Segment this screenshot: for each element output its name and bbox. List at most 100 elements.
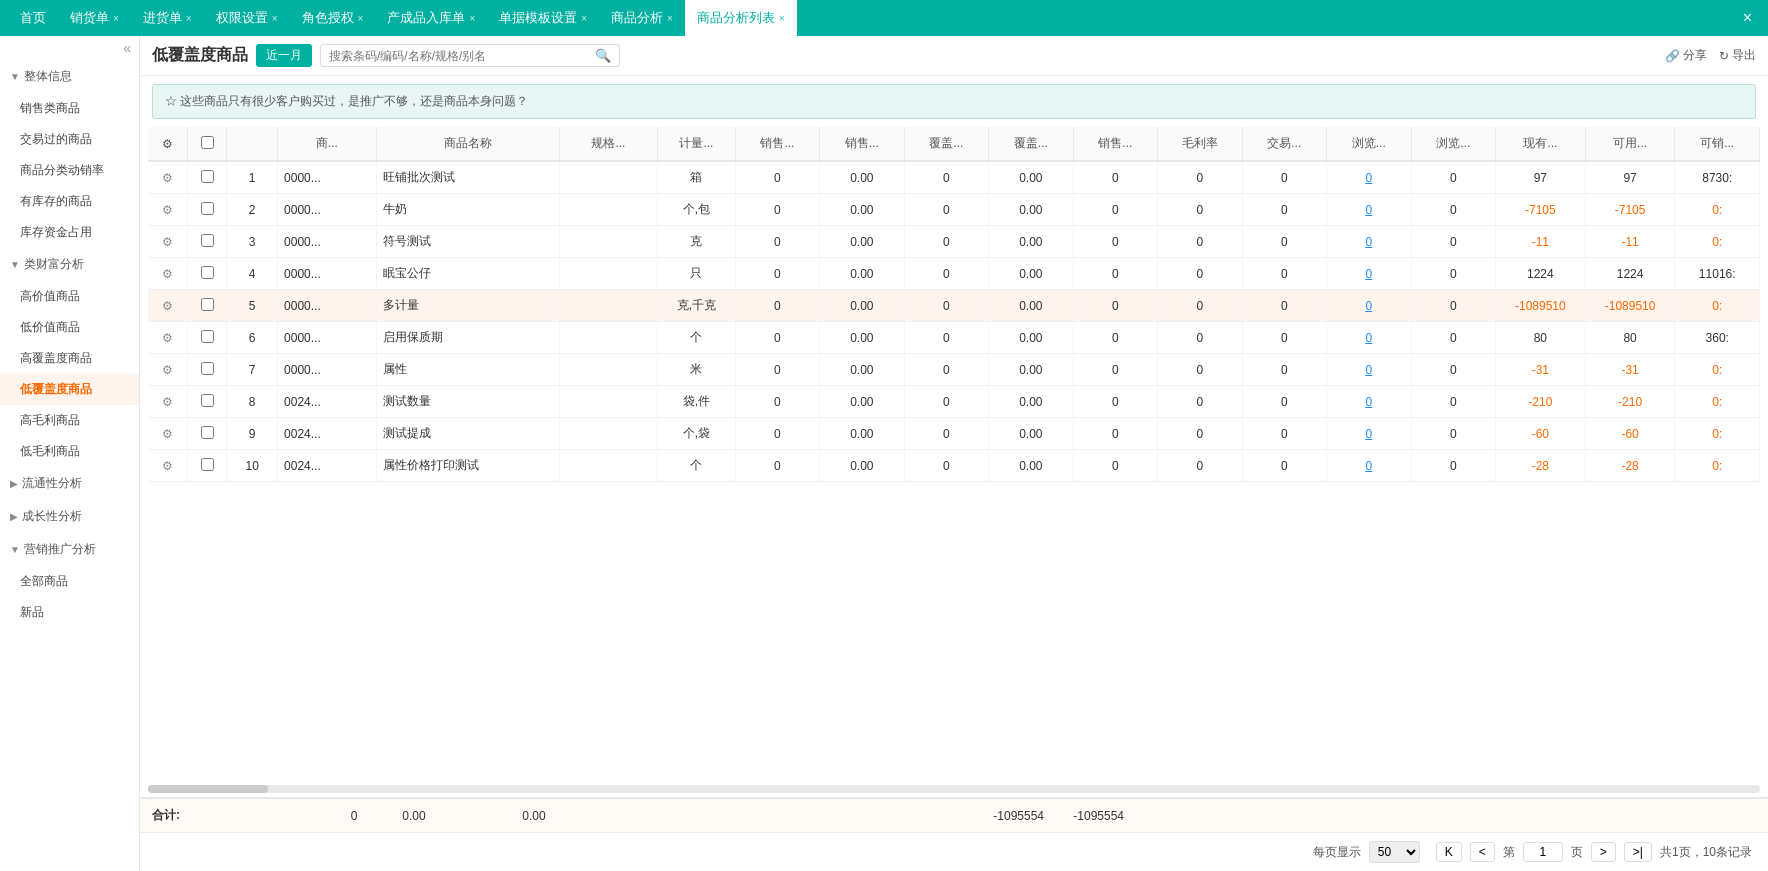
next-page-button[interactable]: > [1591, 842, 1616, 862]
row-checkbox-cell[interactable] [187, 450, 226, 482]
settings-cell[interactable]: ⚙ [148, 322, 187, 354]
row-browse1-cell[interactable]: 0 [1327, 290, 1411, 322]
prev-page-button[interactable]: < [1470, 842, 1495, 862]
row-checkbox-cell[interactable] [187, 418, 226, 450]
row-checkbox[interactable] [201, 202, 214, 215]
browse1-col-header[interactable]: 浏览... [1327, 127, 1411, 161]
sidebar-section-overall[interactable]: ▼ 整体信息 [0, 60, 139, 93]
nav-product-analysis-list[interactable]: 商品分析列表 × [685, 0, 797, 36]
nav-close-icon[interactable]: × [667, 13, 673, 24]
row-checkbox[interactable] [201, 426, 214, 439]
settings-cell[interactable]: ⚙ [148, 418, 187, 450]
sidebar-item-category-rate[interactable]: 商品分类动销率 [0, 155, 139, 186]
row-browse1-cell[interactable]: 0 [1327, 194, 1411, 226]
row-browse1-cell[interactable]: 0 [1327, 354, 1411, 386]
scrollbar-thumb[interactable] [148, 785, 268, 793]
settings-col-header[interactable]: ⚙ [148, 127, 187, 161]
nav-home[interactable]: 首页 [8, 0, 58, 36]
nav-close-icon[interactable]: × [186, 13, 192, 24]
share-button[interactable]: 🔗 分享 [1665, 47, 1707, 64]
row-browse1-cell[interactable]: 0 [1327, 386, 1411, 418]
nav-role-auth[interactable]: 角色授权 × [290, 0, 376, 36]
row-checkbox[interactable] [201, 234, 214, 247]
row-browse1-cell[interactable]: 0 [1327, 161, 1411, 194]
sidebar-item-low-coverage[interactable]: 低覆盖度商品 [0, 374, 139, 405]
row-checkbox[interactable] [201, 266, 214, 279]
date-filter-button[interactable]: 近一月 [256, 44, 312, 67]
sales-qty-col-header[interactable]: 销售... [735, 127, 819, 161]
sidebar-item-new-goods[interactable]: 新品 [0, 597, 139, 628]
current-col-header[interactable]: 现有... [1496, 127, 1586, 161]
sidebar-item-in-stock[interactable]: 有库存的商品 [0, 186, 139, 217]
row-browse1-cell[interactable]: 0 [1327, 418, 1411, 450]
horizontal-scrollbar[interactable] [148, 785, 1760, 793]
row-checkbox[interactable] [201, 330, 214, 343]
unit-col-header[interactable]: 计量... [658, 127, 735, 161]
row-checkbox-cell[interactable] [187, 258, 226, 290]
row-checkbox[interactable] [201, 298, 214, 311]
row-checkbox[interactable] [201, 394, 214, 407]
browse2-col-header[interactable]: 浏览... [1411, 127, 1495, 161]
row-checkbox-cell[interactable] [187, 290, 226, 322]
sidebar-item-all-goods[interactable]: 全部商品 [0, 566, 139, 597]
sidebar-section-circulation[interactable]: ▶ 流通性分析 [0, 467, 139, 500]
export-button[interactable]: ↻ 导出 [1719, 47, 1756, 64]
row-checkbox-cell[interactable] [187, 354, 226, 386]
cover2-col-header[interactable]: 覆盖... [989, 127, 1073, 161]
nav-close-icon[interactable]: × [779, 13, 785, 24]
code-col-header[interactable]: 商... [278, 127, 377, 161]
checkbox-col-header[interactable] [187, 127, 226, 161]
last-page-button[interactable]: >| [1624, 842, 1652, 862]
sales3-col-header[interactable]: 销售... [1073, 127, 1157, 161]
row-checkbox-cell[interactable] [187, 386, 226, 418]
sidebar-section-growth[interactable]: ▶ 成长性分析 [0, 500, 139, 533]
row-checkbox[interactable] [201, 458, 214, 471]
nav-close-icon[interactable]: × [358, 13, 364, 24]
nav-close-icon[interactable]: × [469, 13, 475, 24]
settings-cell[interactable]: ⚙ [148, 290, 187, 322]
search-icon[interactable]: 🔍 [595, 48, 611, 63]
first-page-button[interactable]: K [1436, 842, 1462, 862]
sidebar-section-wealth[interactable]: ▼ 类财富分析 [0, 248, 139, 281]
row-browse1-cell[interactable]: 0 [1327, 258, 1411, 290]
spec-col-header[interactable]: 规格... [559, 127, 658, 161]
nav-permissions[interactable]: 权限设置 × [204, 0, 290, 36]
nav-close-icon[interactable]: × [272, 13, 278, 24]
page-size-select[interactable]: 50 20 100 [1369, 841, 1420, 863]
page-number-input[interactable] [1523, 842, 1563, 862]
sidebar-item-sales-goods[interactable]: 销售类商品 [0, 93, 139, 124]
nav-purchase-order[interactable]: 进货单 × [131, 0, 204, 36]
sidebar-section-marketing[interactable]: ▼ 营销推广分析 [0, 533, 139, 566]
settings-cell[interactable]: ⚙ [148, 450, 187, 482]
sidebar-item-high-coverage[interactable]: 高覆盖度商品 [0, 343, 139, 374]
row-browse1-cell[interactable]: 0 [1327, 450, 1411, 482]
row-checkbox[interactable] [201, 362, 214, 375]
settings-cell[interactable]: ⚙ [148, 258, 187, 290]
settings-cell[interactable]: ⚙ [148, 354, 187, 386]
search-input[interactable] [329, 49, 595, 63]
sidebar-item-high-profit[interactable]: 高毛利商品 [0, 405, 139, 436]
sidebar-item-low-value[interactable]: 低价值商品 [0, 312, 139, 343]
nav-close-icon[interactable]: × [113, 13, 119, 24]
sidebar-item-traded-goods[interactable]: 交易过的商品 [0, 124, 139, 155]
window-close-button[interactable]: × [1735, 9, 1760, 27]
settings-cell[interactable]: ⚙ [148, 194, 187, 226]
salable-col-header[interactable]: 可销... [1675, 127, 1760, 161]
trade-col-header[interactable]: 交易... [1242, 127, 1326, 161]
row-checkbox-cell[interactable] [187, 322, 226, 354]
sidebar-item-low-profit[interactable]: 低毛利商品 [0, 436, 139, 467]
sidebar-item-high-value[interactable]: 高价值商品 [0, 281, 139, 312]
cover1-col-header[interactable]: 覆盖... [904, 127, 988, 161]
row-browse1-cell[interactable]: 0 [1327, 322, 1411, 354]
settings-cell[interactable]: ⚙ [148, 161, 187, 194]
name-col-header[interactable]: 商品名称 [376, 127, 559, 161]
select-all-checkbox[interactable] [201, 136, 214, 149]
nav-product-warehouse[interactable]: 产成品入库单 × [375, 0, 487, 36]
available-col-header[interactable]: 可用... [1585, 127, 1675, 161]
gross-rate-col-header[interactable]: 毛利率 [1158, 127, 1242, 161]
nav-sales-order[interactable]: 销货单 × [58, 0, 131, 36]
sidebar-collapse-button[interactable]: « [0, 36, 139, 60]
sidebar-item-capital-usage[interactable]: 库存资金占用 [0, 217, 139, 248]
row-checkbox[interactable] [201, 170, 214, 183]
row-checkbox-cell[interactable] [187, 161, 226, 194]
